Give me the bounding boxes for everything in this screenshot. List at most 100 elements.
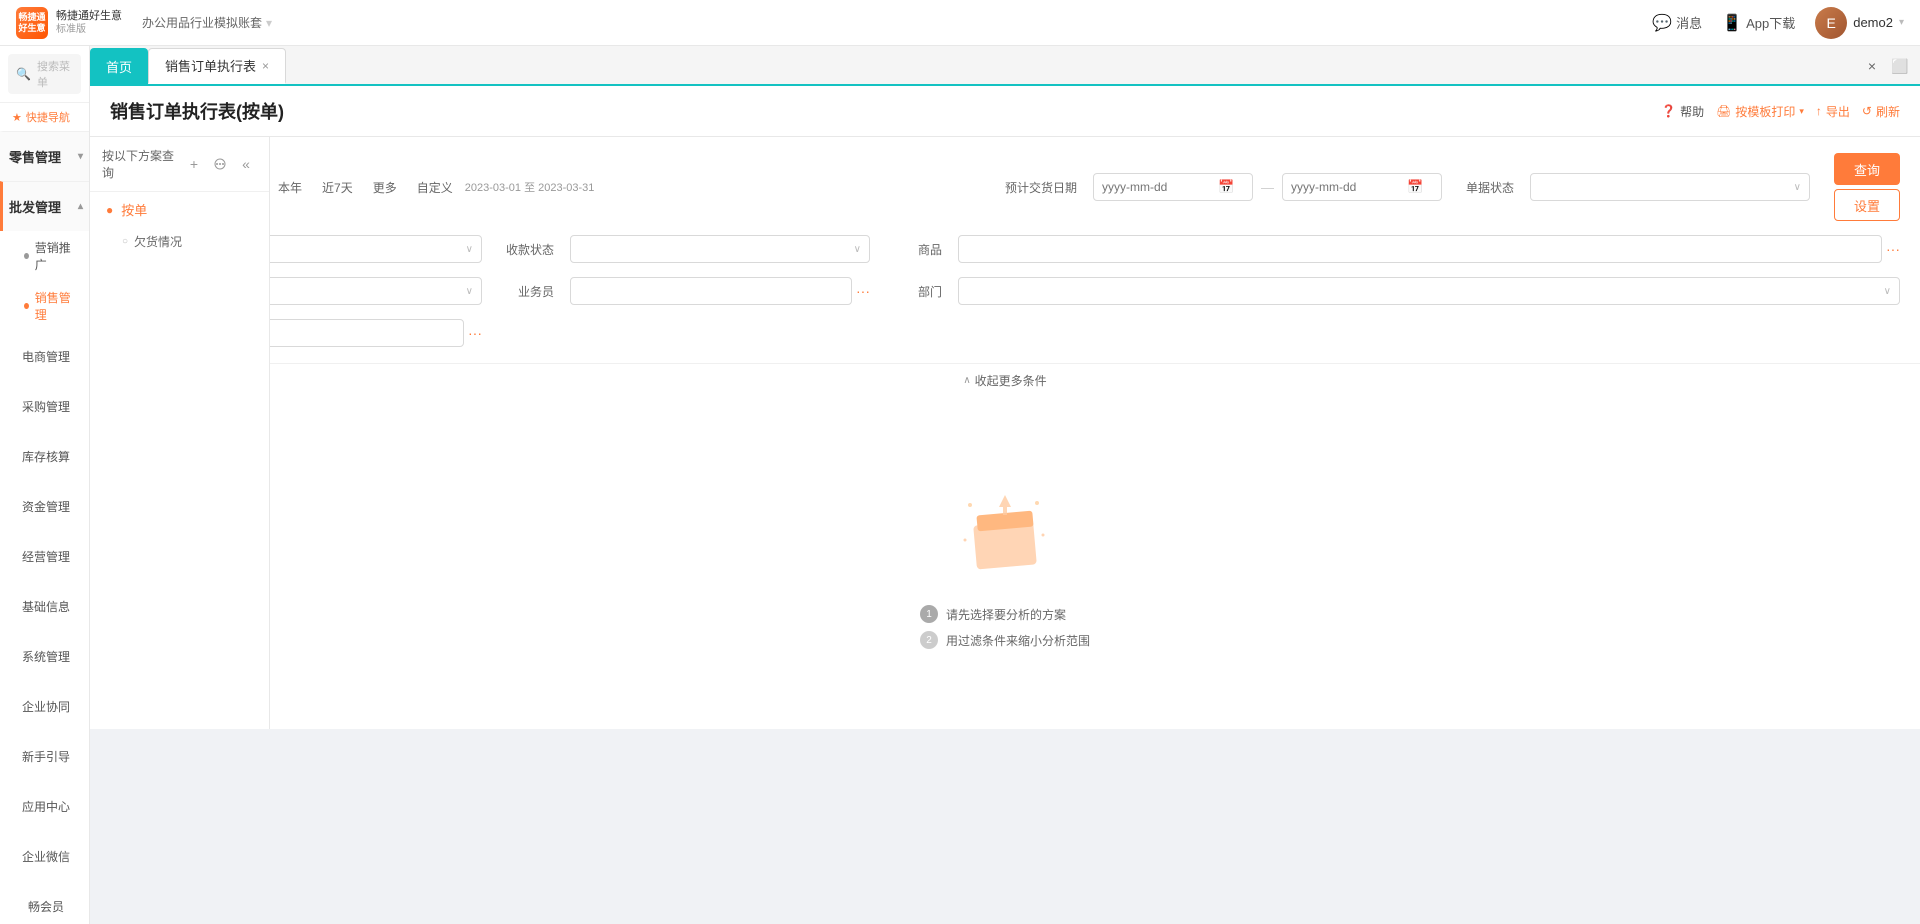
- custom-date-btn[interactable]: 自定义: [409, 177, 461, 198]
- breadcrumb-text: 办公用品行业模拟账套: [142, 14, 262, 31]
- main-content: 销售订单执行表(按单) ❓ 帮助 🖨 按模板打印 ▾ ↑ 导出 ↺ 刷新: [90, 86, 1920, 924]
- home-tab-label: 首页: [106, 57, 132, 76]
- app-edition: 标准版: [56, 23, 122, 36]
- sidebar-item-ops[interactable]: 经营管理: [0, 531, 89, 581]
- active-tab-label: 销售订单执行表: [165, 56, 256, 75]
- close-window-btn[interactable]: ×: [1860, 54, 1884, 78]
- export-btn[interactable]: ↑ 导出: [1816, 103, 1850, 120]
- avatar: E: [1815, 7, 1847, 39]
- app-download-btn[interactable]: 📱 App下载: [1722, 13, 1795, 33]
- hint-text-2: 用过滤条件来缩小分析范围: [946, 632, 1090, 649]
- sidebar-item-finance[interactable]: 资金管理: [0, 481, 89, 531]
- setting-btn[interactable]: 设置: [1834, 189, 1900, 221]
- expected-date-label: 预计交货日期: [1005, 179, 1077, 196]
- star-icon: ★: [12, 111, 22, 124]
- sidebar-item-purchase[interactable]: 采购管理: [0, 381, 89, 431]
- sidebar-item-basic[interactable]: 基础信息: [0, 581, 89, 631]
- sidebar-item-newbie[interactable]: 新手引导: [0, 731, 89, 781]
- sidebar-item-apps[interactable]: 应用中心: [0, 781, 89, 831]
- page-header: 销售订单执行表(按单) ❓ 帮助 🖨 按模板打印 ▾ ↑ 导出 ↺ 刷新: [90, 86, 1920, 137]
- help-btn[interactable]: ❓ 帮助: [1661, 103, 1704, 120]
- sidebar-label-finance: 资金管理: [22, 498, 70, 515]
- last-7-days-btn[interactable]: 近7天: [314, 177, 361, 198]
- message-icon: 💬: [1652, 13, 1672, 33]
- refresh-btn[interactable]: ↺ 刷新: [1862, 103, 1900, 120]
- sidebar-nav-link[interactable]: ★ 快捷导航: [0, 103, 89, 131]
- product-ellipsis-btn[interactable]: ···: [1886, 241, 1900, 257]
- payment-status-label: 收款状态: [498, 241, 554, 258]
- user-menu[interactable]: E demo2 ▾: [1815, 7, 1904, 39]
- sidebar-item-wechat[interactable]: 企业微信: [0, 831, 89, 881]
- home-tab[interactable]: 首页: [90, 48, 148, 84]
- payment-status-arrow: ∨: [854, 244, 861, 255]
- expand-icon-wholesale: ▴: [78, 201, 83, 212]
- panel-actions: + «: [183, 153, 257, 175]
- salesman-input[interactable]: [570, 277, 852, 305]
- scheme-active-icon: ●: [106, 203, 113, 217]
- print-icon: 🖨: [1716, 104, 1731, 118]
- dept-arrow: ∨: [1884, 286, 1891, 297]
- product-label: 商品: [886, 241, 942, 258]
- empty-hint-2: 2 用过滤条件来缩小分析范围: [920, 631, 1090, 649]
- status-select[interactable]: ∨: [1530, 173, 1810, 201]
- message-btn[interactable]: 💬 消息: [1652, 13, 1702, 33]
- edit-scheme-btn[interactable]: [209, 153, 231, 175]
- help-label: 帮助: [1680, 103, 1704, 120]
- collapse-panel-btn[interactable]: «: [235, 153, 257, 175]
- sales-order-tab[interactable]: 销售订单执行表 ×: [148, 48, 286, 84]
- sidebar-item-zero-retail[interactable]: 零售管理 ▾: [0, 131, 89, 181]
- dot-icon-marketing: [24, 253, 29, 259]
- sidebar-item-wholesale[interactable]: 批发管理 ▴: [0, 181, 89, 231]
- scheme-item-sales-order[interactable]: ● 按单: [90, 192, 269, 227]
- collapse-bar[interactable]: ∧ 收起更多条件: [90, 363, 1920, 397]
- expected-date-to[interactable]: 📅: [1282, 173, 1442, 201]
- sidebar-sub-marketing[interactable]: 营销推广: [0, 231, 89, 281]
- add-scheme-btn[interactable]: +: [183, 153, 205, 175]
- collapse-label: 收起更多条件: [975, 372, 1047, 389]
- tab-close-icon[interactable]: ×: [262, 59, 269, 73]
- expected-date-to-input[interactable]: [1291, 180, 1401, 194]
- breadcrumb-dropdown-icon[interactable]: ▾: [266, 16, 272, 30]
- app-download-label: App下载: [1746, 13, 1795, 32]
- sidebar-item-coop[interactable]: 企业协同: [0, 681, 89, 731]
- template-print-label: 按模板打印: [1735, 103, 1795, 120]
- customer-ellipsis-btn[interactable]: ···: [468, 325, 482, 341]
- status-dropdown-icon: ∨: [1794, 182, 1801, 193]
- sidebar-search-box[interactable]: 🔍 搜索菜单: [8, 54, 81, 94]
- search-placeholder: 搜索菜单: [37, 58, 73, 90]
- sidebar-item-inventory[interactable]: 库存核算: [0, 431, 89, 481]
- app-name: 畅捷通好生意: [56, 9, 122, 23]
- template-print-btn[interactable]: 🖨 按模板打印 ▾: [1716, 103, 1804, 120]
- scheme-icon-debt: ○: [122, 236, 128, 247]
- dot-icon-sales: [24, 303, 29, 309]
- scheme-item-debt[interactable]: ○ 欠货情况: [90, 227, 269, 256]
- maximize-window-btn[interactable]: ⬜: [1888, 54, 1912, 78]
- logo-area: 畅捷通好生意 畅捷通好生意 标准版 办公用品行业模拟账套 ▾: [16, 7, 272, 39]
- this-year-btn[interactable]: 本年: [270, 177, 310, 198]
- sidebar-label-zero-retail: 零售管理: [9, 147, 61, 166]
- filter-row-4: 客户 ···: [110, 319, 1900, 347]
- left-scheme-panel: 按以下方案查询 + « ● 按单: [90, 137, 270, 729]
- left-panel-header: 按以下方案查询 + «: [90, 137, 269, 192]
- payment-status-select[interactable]: ∨: [570, 235, 870, 263]
- more-date-btn[interactable]: 更多: [365, 177, 405, 198]
- sidebar-sub-sales-mgmt[interactable]: 销售管理: [0, 281, 89, 331]
- search-icon: 🔍: [16, 67, 31, 81]
- query-btn[interactable]: 查询: [1834, 153, 1900, 185]
- user-dropdown-icon: ▾: [1899, 17, 1904, 28]
- sidebar-item-vip[interactable]: 畅会员: [0, 881, 89, 924]
- sidebar-item-system[interactable]: 系统管理: [0, 631, 89, 681]
- hint-num-2: 2: [920, 631, 938, 649]
- status-label: 单据状态: [1458, 179, 1514, 196]
- print-dropdown-icon: ▾: [1799, 106, 1804, 117]
- expected-date-from-input[interactable]: [1102, 180, 1212, 194]
- product-input[interactable]: [958, 235, 1882, 263]
- panel-header-label: 按以下方案查询: [102, 147, 183, 181]
- dept-select[interactable]: ∨: [958, 277, 1900, 305]
- message-label: 消息: [1676, 13, 1702, 32]
- sidebar-item-ecommerce[interactable]: 电商管理: [0, 331, 89, 381]
- calendar-icon-from: 📅: [1218, 179, 1234, 195]
- expected-date-from[interactable]: 📅: [1093, 173, 1253, 201]
- salesman-ellipsis-btn[interactable]: ···: [856, 283, 870, 299]
- sidebar-label-apps: 应用中心: [22, 798, 70, 815]
